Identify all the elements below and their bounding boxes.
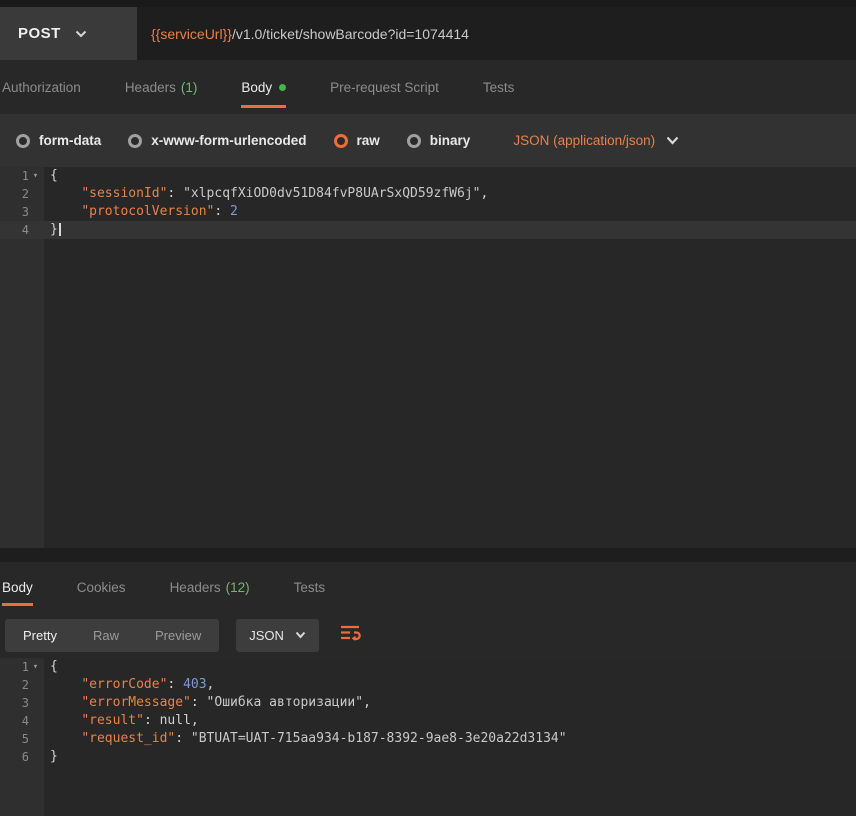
- radio-icon: [16, 133, 30, 148]
- code-text[interactable]: {: [44, 658, 58, 676]
- tab-headers[interactable]: Headers (1): [125, 60, 198, 114]
- format-label: JSON: [249, 627, 284, 643]
- url-input[interactable]: {{serviceUrl}}/v1.0/ticket/showBarcode?i…: [137, 7, 856, 60]
- code-line: 6}: [0, 748, 856, 766]
- radio-label: form-data: [39, 133, 102, 148]
- chevron-down-icon: [666, 136, 679, 145]
- radio-x-www-form-urlencoded[interactable]: x-www-form-urlencoded: [128, 133, 307, 148]
- response-view-toolbar: Pretty Raw Preview JSON: [0, 612, 856, 658]
- line-number: 2: [21, 678, 29, 692]
- line-number: 6: [21, 750, 29, 764]
- preview-button[interactable]: Preview: [137, 619, 219, 652]
- button-label: Raw: [92, 627, 119, 643]
- method-select[interactable]: POST: [0, 7, 137, 60]
- code-line: 2 "sessionId": "xlpcqfXiOD0dv51D84fvP8UA…: [0, 185, 856, 203]
- tab-count: (12): [225, 579, 250, 595]
- line-number: 1 ▾: [0, 167, 44, 185]
- radio-icon-selected: [333, 133, 348, 148]
- wrap-text-icon: [338, 623, 362, 647]
- code-text[interactable]: {: [44, 167, 58, 185]
- code-line: 4 "result": null,: [0, 712, 856, 730]
- radio-label: binary: [429, 133, 471, 148]
- text-cursor: [58, 223, 61, 236]
- code-text[interactable]: "errorCode": 403,: [44, 676, 214, 694]
- radio-form-data[interactable]: form-data: [16, 133, 101, 148]
- tab-label: Body: [241, 79, 273, 95]
- tab-tests[interactable]: Tests: [483, 60, 515, 114]
- tab-label: Cookies: [76, 579, 126, 595]
- content-type-label: JSON (application/json): [513, 133, 656, 148]
- tab-label: Headers: [124, 79, 176, 95]
- line-number: 3: [21, 205, 29, 219]
- tab-label: Body: [2, 579, 33, 595]
- request-tabs: Authorization Headers (1) Body Pre-reque…: [0, 60, 856, 114]
- chevron-down-icon: [295, 631, 306, 639]
- section-divider: [0, 548, 856, 562]
- radio-raw[interactable]: raw: [333, 133, 380, 148]
- code-line: 4}: [0, 221, 856, 239]
- top-strip: [0, 0, 856, 7]
- url-variable: {{serviceUrl}}: [151, 25, 232, 42]
- radio-icon: [406, 133, 421, 148]
- button-label: Pretty: [23, 627, 57, 643]
- tab-label: Tests: [293, 579, 326, 595]
- code-line: 1 ▾{: [0, 658, 856, 676]
- line-number: 4: [21, 714, 29, 728]
- line-number: 1 ▾: [0, 658, 44, 676]
- response-tab-tests[interactable]: Tests: [294, 562, 326, 612]
- line-number: 4: [21, 223, 29, 237]
- code-line: 2 "errorCode": 403,: [0, 676, 856, 694]
- body-type-row: form-data x-www-form-urlencoded raw bina…: [0, 114, 856, 167]
- code-text[interactable]: "request_id": "BTUAT=UAT-715aa934-b187-8…: [44, 730, 566, 748]
- button-label: Preview: [154, 627, 202, 643]
- response-format-select[interactable]: JSON: [236, 618, 319, 652]
- chevron-down-icon: [75, 30, 87, 38]
- tab-body[interactable]: Body: [241, 60, 287, 114]
- code-text[interactable]: "errorMessage": "Ошибка авторизации",: [44, 694, 371, 712]
- tab-label: Pre-request Script: [330, 79, 439, 95]
- line-number: 3: [21, 696, 29, 710]
- url-path: /v1.0/ticket/showBarcode?id=1074414: [231, 25, 469, 42]
- pretty-button[interactable]: Pretty: [5, 619, 75, 652]
- radio-icon: [128, 133, 143, 148]
- view-mode-group: Pretty Raw Preview: [5, 618, 220, 652]
- tab-authorization[interactable]: Authorization: [2, 60, 81, 114]
- radio-binary[interactable]: binary: [406, 133, 471, 148]
- postman-window: POST {{serviceUrl}}/v1.0/ticket/showBarc…: [0, 0, 856, 816]
- tab-count: (1): [180, 79, 198, 95]
- tab-pre-request-script[interactable]: Pre-request Script: [330, 60, 439, 114]
- content-type-select[interactable]: JSON (application/json): [513, 133, 679, 148]
- method-label: POST: [18, 25, 61, 42]
- response-body-viewer[interactable]: 1 ▾{2 "errorCode": 403, 3 "errorMessage": …: [0, 658, 856, 816]
- raw-button[interactable]: Raw: [75, 619, 137, 652]
- line-number: 5: [21, 732, 29, 746]
- code-text[interactable]: "sessionId": "xlpcqfXiOD0dv51D84fvP8UArS…: [44, 185, 488, 203]
- code-line: 3 "protocolVersion": 2: [0, 203, 856, 221]
- green-dot-icon: [279, 83, 287, 91]
- code-line: 3 "errorMessage": "Ошибка авторизации",: [0, 694, 856, 712]
- code-text[interactable]: "protocolVersion": 2: [44, 203, 238, 221]
- code-line: 1 ▾{: [0, 167, 856, 185]
- tab-label: Tests: [482, 79, 515, 95]
- code-line: 5 "request_id": "BTUAT=UAT-715aa934-b187…: [0, 730, 856, 748]
- response-tabs: Body Cookies Headers (12) Tests: [0, 562, 856, 612]
- tab-label: Headers: [169, 579, 221, 595]
- fold-toggle-icon[interactable]: ▾: [29, 658, 42, 676]
- tab-label: Authorization: [2, 79, 81, 95]
- response-tab-body[interactable]: Body: [2, 562, 33, 612]
- code-text[interactable]: "result": null,: [44, 712, 198, 730]
- request-body-editor[interactable]: 1 ▾{2 "sessionId": "xlpcqfXiOD0dv51D84fvP…: [0, 167, 856, 548]
- radio-label: raw: [356, 133, 380, 148]
- radio-label: x-www-form-urlencoded: [151, 133, 307, 148]
- fold-toggle-icon[interactable]: ▾: [29, 167, 42, 185]
- line-number: 2: [21, 187, 29, 201]
- response-tab-headers[interactable]: Headers (12): [170, 562, 250, 612]
- response-tab-cookies[interactable]: Cookies: [77, 562, 126, 612]
- code-text[interactable]: }: [44, 221, 61, 239]
- request-url-bar: POST {{serviceUrl}}/v1.0/ticket/showBarc…: [0, 7, 856, 60]
- code-text[interactable]: }: [44, 748, 58, 766]
- beautify-button[interactable]: [338, 623, 362, 647]
